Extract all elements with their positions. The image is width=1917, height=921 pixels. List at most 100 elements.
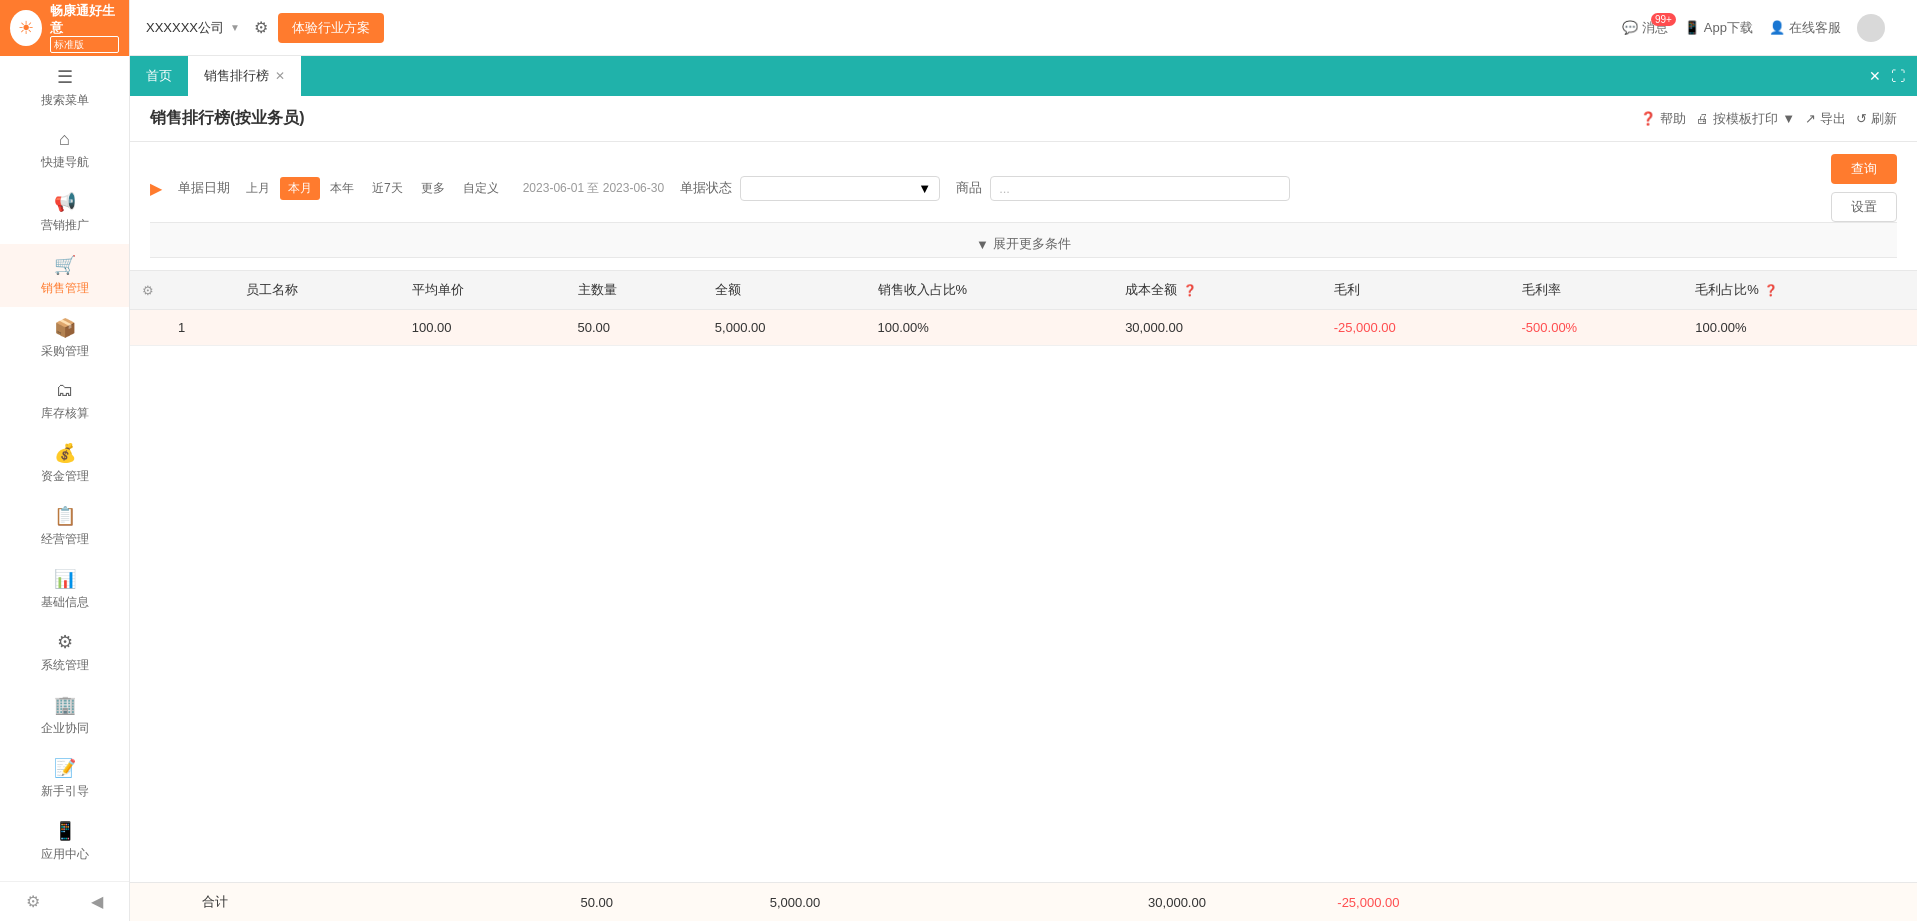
sidebar-nav: ☰搜索菜单 ⌂快捷导航 📢营销推广 🛒销售管理 📦采购管理 🗂库存核算 💰资金管…	[0, 56, 129, 881]
tab-sales-rank-label: 销售排行榜	[204, 67, 269, 85]
refresh-button[interactable]: ↺ 刷新	[1856, 110, 1897, 128]
sidebar-item-basic[interactable]: 📊基础信息	[0, 558, 129, 621]
row-quantity: 50.00	[566, 310, 703, 346]
tab-right-controls: ✕ ⛶	[1869, 68, 1917, 84]
app-download-icon: 📱	[1684, 20, 1700, 35]
row-gross-rate: -500.00%	[1510, 310, 1684, 346]
date-filter-label: 单据日期	[178, 179, 230, 197]
app-download-button[interactable]: 📱 App下载	[1684, 19, 1753, 37]
expand-more-row: ▼ 展开更多条件	[150, 222, 1897, 258]
sidebar-item-search[interactable]: ☰搜索菜单	[0, 56, 129, 119]
export-icon: ↗	[1805, 111, 1816, 126]
tab-home[interactable]: 首页	[130, 56, 188, 96]
row-cost: 30,000.00	[1113, 310, 1322, 346]
company-selector[interactable]: XXXXXX公司 ▼	[146, 19, 240, 37]
operation-icon: 📋	[54, 505, 76, 527]
footer-amount: 5,000.00	[770, 893, 959, 911]
system-icon: ⚙	[57, 631, 73, 653]
filter-row: ▶ 单据日期 上月 本月 本年 近7天 更多 自定义 2023-06-01 至 …	[150, 154, 1897, 222]
status-select[interactable]: ▼	[740, 176, 940, 201]
date-tab-this-month[interactable]: 本月	[280, 177, 320, 200]
row-rank: 1	[166, 310, 234, 346]
gross-pct-help-icon[interactable]: ❓	[1764, 284, 1778, 296]
footer-quantity: 50.00	[580, 893, 769, 911]
message-button[interactable]: 💬 消息 99+	[1622, 19, 1668, 37]
sidebar-item-purchase[interactable]: 📦采购管理	[0, 307, 129, 370]
sidebar-item-wechat[interactable]: 💬企业微信	[0, 873, 129, 881]
footer-table: 合计 50.00 5,000.00 30,000.00 -25,000.00	[142, 893, 1905, 911]
logo-text: 畅康通好生意 标准版	[50, 3, 119, 54]
cost-help-icon[interactable]: ❓	[1183, 284, 1197, 296]
top-header: XXXXXX公司 ▼ ⚙ 体验行业方案 💬 消息 99+ 📱 App下载 👤 在…	[130, 0, 1917, 56]
app-title: 畅康通好生意	[50, 3, 119, 37]
sidebar-item-sales[interactable]: 🛒销售管理	[0, 244, 129, 307]
print-button[interactable]: 🖨 按模板打印 ▼	[1696, 110, 1795, 128]
sidebar-item-appcenter[interactable]: 📱应用中心	[0, 810, 129, 873]
footer-cost: 30,000.00	[1148, 893, 1337, 911]
header-right: 💬 消息 99+ 📱 App下载 👤 在线客服	[1622, 14, 1901, 42]
sidebar-item-operation[interactable]: 📋经营管理	[0, 495, 129, 558]
goods-filter: 商品 ...	[956, 176, 1290, 201]
window-close-icon[interactable]: ✕	[1869, 68, 1881, 84]
print-dropdown-icon: ▼	[1782, 111, 1795, 126]
sidebar-item-inventory[interactable]: 🗂库存核算	[0, 370, 129, 432]
date-tab-last-month[interactable]: 上月	[238, 177, 278, 200]
online-service-button[interactable]: 👤 在线客服	[1769, 19, 1841, 37]
filter-collapse-icon[interactable]: ▶	[150, 179, 162, 198]
data-table: ⚙ 员工名称 平均单价 主数量 全额 销售收入占比% 成本全额 ❓ 毛利 毛利率…	[130, 271, 1917, 346]
row-avg-price: 100.00	[400, 310, 566, 346]
table-area: ⚙ 员工名称 平均单价 主数量 全额 销售收入占比% 成本全额 ❓ 毛利 毛利率…	[130, 271, 1917, 882]
row-settings	[130, 310, 166, 346]
header-settings-icon[interactable]: ⚙	[254, 18, 268, 37]
sidebar-label-system: 系统管理	[41, 657, 89, 674]
user-avatar[interactable]	[1857, 14, 1885, 42]
tab-close-icon[interactable]: ✕	[275, 69, 285, 83]
tab-sales-rank[interactable]: 销售排行榜 ✕	[188, 56, 301, 96]
filter-area: ▶ 单据日期 上月 本月 本年 近7天 更多 自定义 2023-06-01 至 …	[130, 142, 1917, 271]
col-name-header: 员工名称	[234, 271, 400, 310]
date-range-display: 2023-06-01 至 2023-06-30	[523, 180, 664, 197]
window-maximize-icon[interactable]: ⛶	[1891, 68, 1905, 84]
home-icon: ⌂	[59, 129, 70, 150]
date-range-text: 2023-06-01 至 2023-06-30	[523, 180, 664, 197]
sidebar-settings-icon[interactable]: ⚙	[26, 892, 40, 911]
sidebar-item-quicknav[interactable]: ⌂快捷导航	[0, 119, 129, 181]
status-filter: 单据状态 ▼	[680, 176, 940, 201]
sidebar-collapse-icon[interactable]: ◀	[91, 892, 103, 911]
settings-button[interactable]: 设置	[1831, 192, 1897, 222]
company-dropdown-arrow: ▼	[230, 22, 240, 33]
header-row: ⚙ 员工名称 平均单价 主数量 全额 销售收入占比% 成本全额 ❓ 毛利 毛利率…	[130, 271, 1917, 310]
col-sales-pct-header: 销售收入占比%	[866, 271, 1114, 310]
col-settings: ⚙	[130, 271, 166, 310]
sidebar-footer: ⚙ ◀	[0, 881, 129, 921]
sidebar-item-system[interactable]: ⚙ 系统管理	[0, 621, 129, 684]
col-gross-rate-header: 毛利率	[1510, 271, 1684, 310]
app-subtitle: 标准版	[50, 36, 119, 53]
sidebar-item-corp[interactable]: 🏢企业协同	[0, 684, 129, 747]
date-tab-this-year[interactable]: 本年	[322, 177, 362, 200]
footer-sales-pct	[959, 893, 1148, 911]
date-tab-custom[interactable]: 自定义	[455, 177, 507, 200]
col-gross-header: 毛利	[1322, 271, 1510, 310]
search-menu-icon: ☰	[57, 66, 73, 88]
row-amount: 5,000.00	[703, 310, 866, 346]
expand-more-button[interactable]: ▼ 展开更多条件	[976, 235, 1071, 253]
col-settings-icon[interactable]: ⚙	[142, 283, 154, 298]
status-dropdown-icon: ▼	[918, 181, 931, 196]
export-button[interactable]: ↗ 导出	[1805, 110, 1846, 128]
trial-button[interactable]: 体验行业方案	[278, 13, 384, 43]
corp-icon: 🏢	[54, 694, 76, 716]
date-tab-7days[interactable]: 近7天	[364, 177, 411, 200]
goods-input[interactable]: ...	[990, 176, 1290, 201]
col-gross-pct-header: 毛利占比% ❓	[1683, 271, 1917, 310]
sidebar-item-finance[interactable]: 💰资金管理	[0, 432, 129, 495]
help-button[interactable]: ❓ 帮助	[1640, 110, 1686, 128]
sidebar-item-guide[interactable]: 📝新手引导	[0, 747, 129, 810]
page-title: 销售排行榜(按业务员)	[150, 108, 305, 129]
row-gross-pct: 100.00%	[1683, 310, 1917, 346]
date-tab-more[interactable]: 更多	[413, 177, 453, 200]
marketing-icon: 📢	[54, 191, 76, 213]
sidebar-item-marketing[interactable]: 📢营销推广	[0, 181, 129, 244]
query-button[interactable]: 查询	[1831, 154, 1897, 184]
sidebar-label-inventory: 库存核算	[41, 405, 89, 422]
